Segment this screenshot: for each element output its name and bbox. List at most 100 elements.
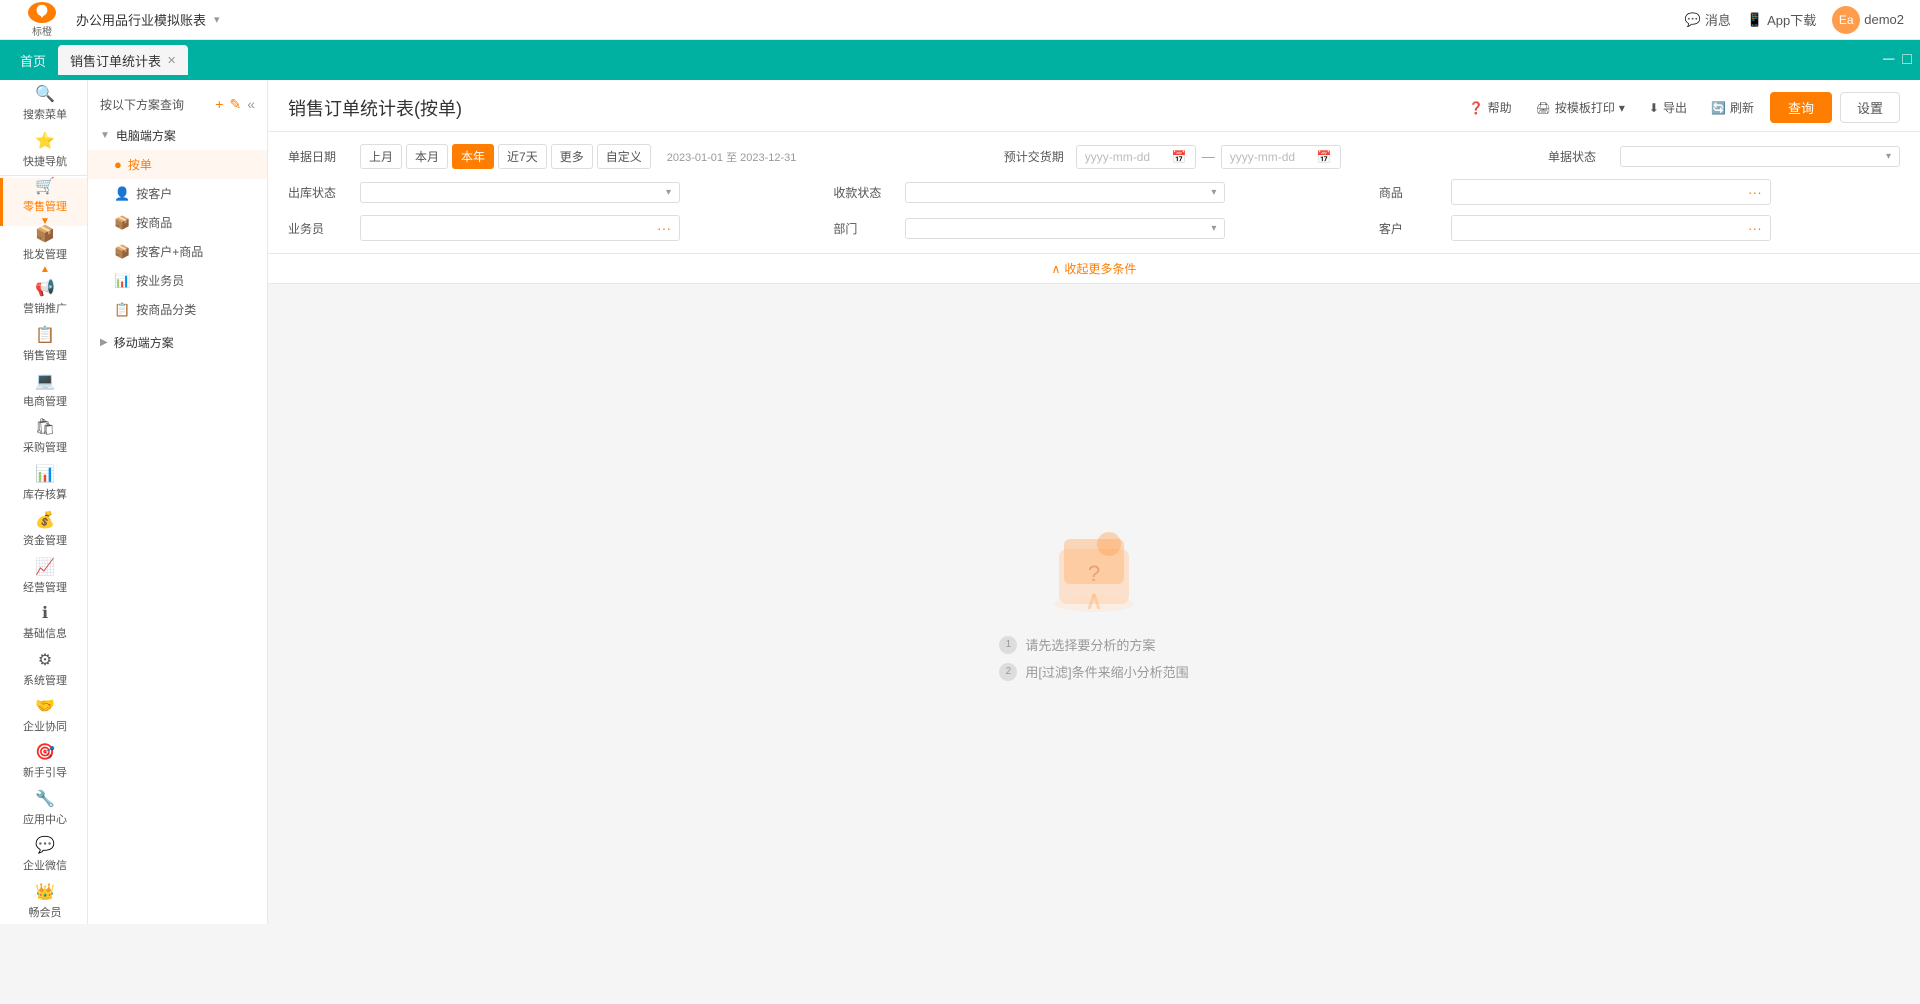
sidebar-item-sales[interactable]: 📋 销售管理 <box>0 320 87 366</box>
salesperson-select[interactable]: ··· <box>360 215 680 241</box>
logo-icon <box>28 2 56 23</box>
collapse-button[interactable]: ∧ 收起更多条件 <box>1052 260 1137 277</box>
expected-delivery-end-input[interactable]: yyyy-mm-dd 📅 <box>1221 145 1341 169</box>
tab-minimize-button[interactable]: ─ <box>1883 51 1894 69</box>
sidebar-item-enterprise[interactable]: 🤝 企业协同 <box>0 692 87 738</box>
by-salesperson-icon: 📊 <box>114 273 130 289</box>
enterprise-icon: 🤝 <box>35 696 55 716</box>
tab-maximize-button[interactable]: □ <box>1902 51 1912 69</box>
product-select[interactable]: ··· <box>1451 179 1771 205</box>
product-label: 商品 <box>1379 184 1439 201</box>
payment-status-select[interactable]: ▾ <box>905 182 1225 203</box>
user-menu[interactable]: Ea demo2 <box>1832 6 1904 34</box>
sidebar-item-operation[interactable]: 📈 经营管理 <box>0 552 87 598</box>
page-header: 销售订单统计表(按单) ❓ 帮助 🖨 按模板打印 ▾ ⬇ 导出 <box>268 80 1920 132</box>
department-select[interactable]: ▾ <box>905 218 1225 239</box>
tree-section-desktop-label: 电脑端方案 <box>116 127 176 144</box>
date-this-month-button[interactable]: 本月 <box>406 144 448 169</box>
print-button[interactable]: 🖨 按模板打印 ▾ <box>1528 95 1633 120</box>
app-download-button[interactable]: 📱 App下载 <box>1747 10 1816 29</box>
export-button[interactable]: ⬇ 导出 <box>1641 95 1695 120</box>
sidebar-item-purchase[interactable]: 🛍 采购管理 <box>0 413 87 459</box>
tree-item-by-product-category-label: 按商品分类 <box>136 301 196 318</box>
tree-item-by-product[interactable]: 📦 按商品 <box>88 208 267 237</box>
panel-collapse-button[interactable]: « <box>247 96 255 113</box>
by-order-icon: ● <box>114 157 122 172</box>
tab-close-icon[interactable]: ✕ <box>167 54 176 67</box>
sidebar-item-retail[interactable]: 🛒 零售管理 ▼ <box>0 178 87 226</box>
sidebar-item-finance[interactable]: 💰 资金管理 <box>0 506 87 552</box>
tree-section-mobile: ▶ 移动端方案 <box>88 326 267 359</box>
date-last-7-days-button[interactable]: 近7天 <box>498 144 547 169</box>
retail-icon: 🛒 <box>35 176 55 196</box>
help-button[interactable]: ❓ 帮助 <box>1461 95 1520 120</box>
by-customer-icon: 👤 <box>114 186 130 202</box>
expected-delivery-label: 预计交货期 <box>1004 148 1064 165</box>
empty-illustration: ? <box>1034 519 1154 619</box>
product-more-icon[interactable]: ··· <box>1748 184 1762 200</box>
tree-item-by-customer[interactable]: 👤 按客户 <box>88 179 267 208</box>
filter-row-2: 出库状态 ▾ 收款状态 ▾ 商品 ··· <box>288 179 1900 205</box>
tree-item-by-product-category[interactable]: 📋 按商品分类 <box>88 295 267 324</box>
sidebar-item-member[interactable]: 👑 畅会员 <box>0 878 87 924</box>
query-button[interactable]: 查询 <box>1770 92 1832 123</box>
doc-status-label: 单据状态 <box>1548 148 1608 165</box>
app-dropdown-arrow[interactable]: ▾ <box>214 13 220 26</box>
delivery-status-label: 出库状态 <box>288 184 348 201</box>
date-this-year-button[interactable]: 本年 <box>452 144 494 169</box>
tree-section-desktop-header[interactable]: ▼ 电脑端方案 <box>88 121 267 150</box>
sidebar: 🔍 搜索菜单 ⭐ 快捷导航 🛒 零售管理 ▼ 📦 批发管理 ▲ 📢 营销推广 📋… <box>0 80 88 924</box>
filter-area: 单据日期 上月 本月 本年 近7天 更多 自定义 2023-01-01 至 20… <box>268 132 1920 254</box>
settings-button[interactable]: 设置 <box>1840 92 1900 123</box>
tree-item-by-order[interactable]: ● 按单 <box>88 150 267 179</box>
message-button[interactable]: 💬 消息 <box>1685 10 1731 29</box>
expected-delivery-input-group: yyyy-mm-dd 📅 — yyyy-mm-dd 📅 <box>1076 145 1341 169</box>
sidebar-search[interactable]: 🔍 搜索菜单 <box>0 80 87 126</box>
app-title: 办公用品行业模拟账表 <box>76 10 206 29</box>
date-more-button[interactable]: 更多 <box>551 144 593 169</box>
date-custom-button[interactable]: 自定义 <box>597 144 651 169</box>
tab-bar-actions: ─ □ <box>1883 51 1912 69</box>
delivery-status-select[interactable]: ▾ <box>360 182 680 203</box>
collapse-bar[interactable]: ∧ 收起更多条件 <box>268 254 1920 284</box>
logo: 标橙 <box>16 2 68 38</box>
tab-bar: 首页 销售订单统计表 ✕ ─ □ <box>0 40 1920 80</box>
sidebar-item-wechat[interactable]: 💬 企业微信 <box>0 831 87 877</box>
page-title: 销售订单统计表(按单) <box>288 95 462 121</box>
tree-section-mobile-header[interactable]: ▶ 移动端方案 <box>88 328 267 357</box>
sidebar-item-basic[interactable]: ℹ 基础信息 <box>0 599 87 645</box>
expected-delivery-start-input[interactable]: yyyy-mm-dd 📅 <box>1076 145 1196 169</box>
panel-edit-button[interactable]: ✎ <box>229 96 241 113</box>
tab-home-label: 首页 <box>20 51 46 70</box>
date-last-month-button[interactable]: 上月 <box>360 144 402 169</box>
tab-sales-order-stats[interactable]: 销售订单统计表 ✕ <box>58 45 188 75</box>
by-product-icon: 📦 <box>114 215 130 231</box>
sidebar-item-marketing[interactable]: 📢 营销推广 <box>0 274 87 320</box>
date-separator: — <box>1202 149 1215 164</box>
sidebar-item-newbie[interactable]: 🎯 新手引导 <box>0 738 87 784</box>
sidebar-quick-nav[interactable]: ⭐ 快捷导航 <box>0 126 87 172</box>
avatar: Ea <box>1832 6 1860 34</box>
doc-status-select[interactable]: ▾ <box>1620 146 1900 167</box>
refresh-button[interactable]: 🔄 刷新 <box>1703 95 1762 120</box>
tree-item-by-salesperson[interactable]: 📊 按业务员 <box>88 266 267 295</box>
salesperson-more-icon[interactable]: ··· <box>657 220 671 236</box>
svg-text:?: ? <box>1088 561 1100 586</box>
operation-icon: 📈 <box>35 557 55 577</box>
sidebar-item-appcenter[interactable]: 🔧 应用中心 <box>0 785 87 831</box>
tab-home[interactable]: 首页 <box>8 45 58 75</box>
basic-icon: ℹ <box>42 603 48 623</box>
panel-add-button[interactable]: + <box>215 96 223 113</box>
sidebar-item-inventory[interactable]: 📊 库存核算 <box>0 460 87 506</box>
content-area: 按以下方案查询 + ✎ « ▼ 电脑端方案 ● 按单 👤 <box>88 80 1920 924</box>
tree-mobile-arrow-icon: ▶ <box>100 337 108 348</box>
customer-more-icon[interactable]: ··· <box>1748 220 1762 236</box>
date-quick-buttons: 上月 本月 本年 近7天 更多 自定义 <box>360 144 651 169</box>
sidebar-item-system[interactable]: ⚙ 系统管理 <box>0 645 87 691</box>
tree-item-by-customer-product[interactable]: 📦 按客户+商品 <box>88 237 267 266</box>
sidebar-item-wholesale[interactable]: 📦 批发管理 ▲ <box>0 226 87 274</box>
customer-select[interactable]: ··· <box>1451 215 1771 241</box>
wholesale-icon: 📦 <box>35 224 55 244</box>
sidebar-item-ecommerce[interactable]: 💻 电商管理 <box>0 367 87 413</box>
by-product-category-icon: 📋 <box>114 302 130 318</box>
